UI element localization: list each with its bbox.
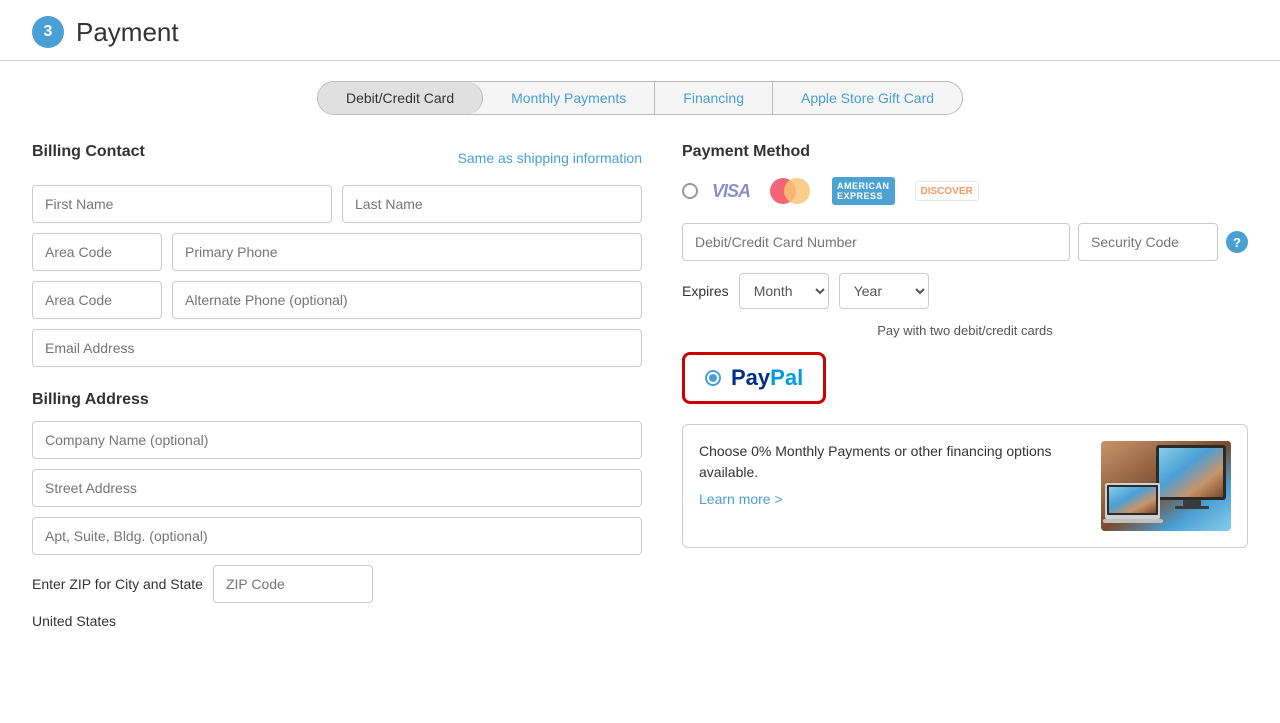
billing-contact-header: Billing Contact Same as shipping informa… — [32, 143, 642, 173]
left-column: Billing Contact Same as shipping informa… — [32, 143, 642, 629]
discover-logo: DISCOVER — [909, 175, 985, 207]
zip-label: Enter ZIP for City and State — [32, 576, 203, 592]
step-indicator: 3 — [32, 16, 64, 48]
learn-more-link[interactable]: Learn more > — [699, 491, 783, 507]
primary-phone-row — [32, 233, 642, 271]
amex-logo: AMERICANEXPRESS — [826, 175, 901, 207]
zip-input[interactable] — [213, 565, 373, 603]
month-select[interactable]: Month 010203 040506 070809 101112 — [739, 273, 829, 309]
tab-monthly-payments[interactable]: Monthly Payments — [483, 82, 655, 114]
country-text: United States — [32, 613, 642, 629]
page-title: Payment — [76, 17, 179, 48]
expires-label: Expires — [682, 283, 729, 299]
last-name-input[interactable] — [342, 185, 642, 223]
main-content: Debit/Credit Card Monthly Payments Finan… — [0, 61, 1280, 649]
security-code-input[interactable] — [1078, 223, 1218, 261]
card-logos-row: VISA AMERICANEXPRESS DISCOVER — [682, 175, 1248, 207]
area-code-2-input[interactable] — [32, 281, 162, 319]
same-as-shipping-link[interactable]: Same as shipping information — [458, 150, 642, 166]
expires-row: Expires Month 010203 040506 070809 10111… — [682, 273, 1248, 309]
first-name-input[interactable] — [32, 185, 332, 223]
tabs-wrapper: Debit/Credit Card Monthly Payments Finan… — [317, 81, 963, 115]
email-input[interactable] — [32, 329, 642, 367]
page-header: 3 Payment — [0, 0, 1280, 61]
billing-address-section: Billing Address Enter ZIP for City and S… — [32, 391, 642, 629]
street-input[interactable] — [32, 469, 642, 507]
alternate-phone-input[interactable] — [172, 281, 642, 319]
two-cards-text: Pay with two debit/credit cards — [682, 323, 1248, 338]
company-input[interactable] — [32, 421, 642, 459]
tab-financing[interactable]: Financing — [655, 82, 773, 114]
paypal-button[interactable]: PayPal — [682, 352, 826, 404]
name-row — [32, 185, 642, 223]
area-code-1-input[interactable] — [32, 233, 162, 271]
tab-gift-card[interactable]: Apple Store Gift Card — [773, 82, 962, 114]
card-number-input[interactable] — [682, 223, 1070, 261]
apt-input[interactable] — [32, 517, 642, 555]
card-number-row: ? — [682, 223, 1248, 261]
street-row — [32, 469, 642, 507]
paypal-radio — [705, 370, 721, 386]
billing-contact-title: Billing Contact — [32, 143, 145, 161]
mac-preview-image — [1101, 441, 1231, 531]
year-select[interactable]: Year 202420252026 202720282029 2030 — [839, 273, 929, 309]
financing-description: Choose 0% Monthly Payments or other fina… — [699, 441, 1085, 483]
tab-debit-credit[interactable]: Debit/Credit Card — [318, 82, 483, 114]
payment-tabs: Debit/Credit Card Monthly Payments Finan… — [32, 81, 1248, 115]
email-row — [32, 329, 642, 367]
company-row — [32, 421, 642, 459]
form-layout: Billing Contact Same as shipping informa… — [32, 143, 1248, 629]
primary-phone-input[interactable] — [172, 233, 642, 271]
mastercard-logo — [764, 175, 818, 207]
visa-logo: VISA — [706, 175, 756, 207]
paypal-logo-text: PayPal — [731, 365, 803, 391]
alternate-phone-row — [32, 281, 642, 319]
financing-text-block: Choose 0% Monthly Payments or other fina… — [699, 441, 1085, 507]
security-code-help-icon[interactable]: ? — [1226, 231, 1248, 253]
payment-method-title: Payment Method — [682, 143, 1248, 161]
apt-row — [32, 517, 642, 555]
card-radio[interactable] — [682, 183, 698, 199]
billing-address-title: Billing Address — [32, 391, 642, 409]
financing-banner: Choose 0% Monthly Payments or other fina… — [682, 424, 1248, 548]
right-column: Payment Method VISA AMERICANEXPRESS — [682, 143, 1248, 629]
zip-row: Enter ZIP for City and State — [32, 565, 642, 603]
